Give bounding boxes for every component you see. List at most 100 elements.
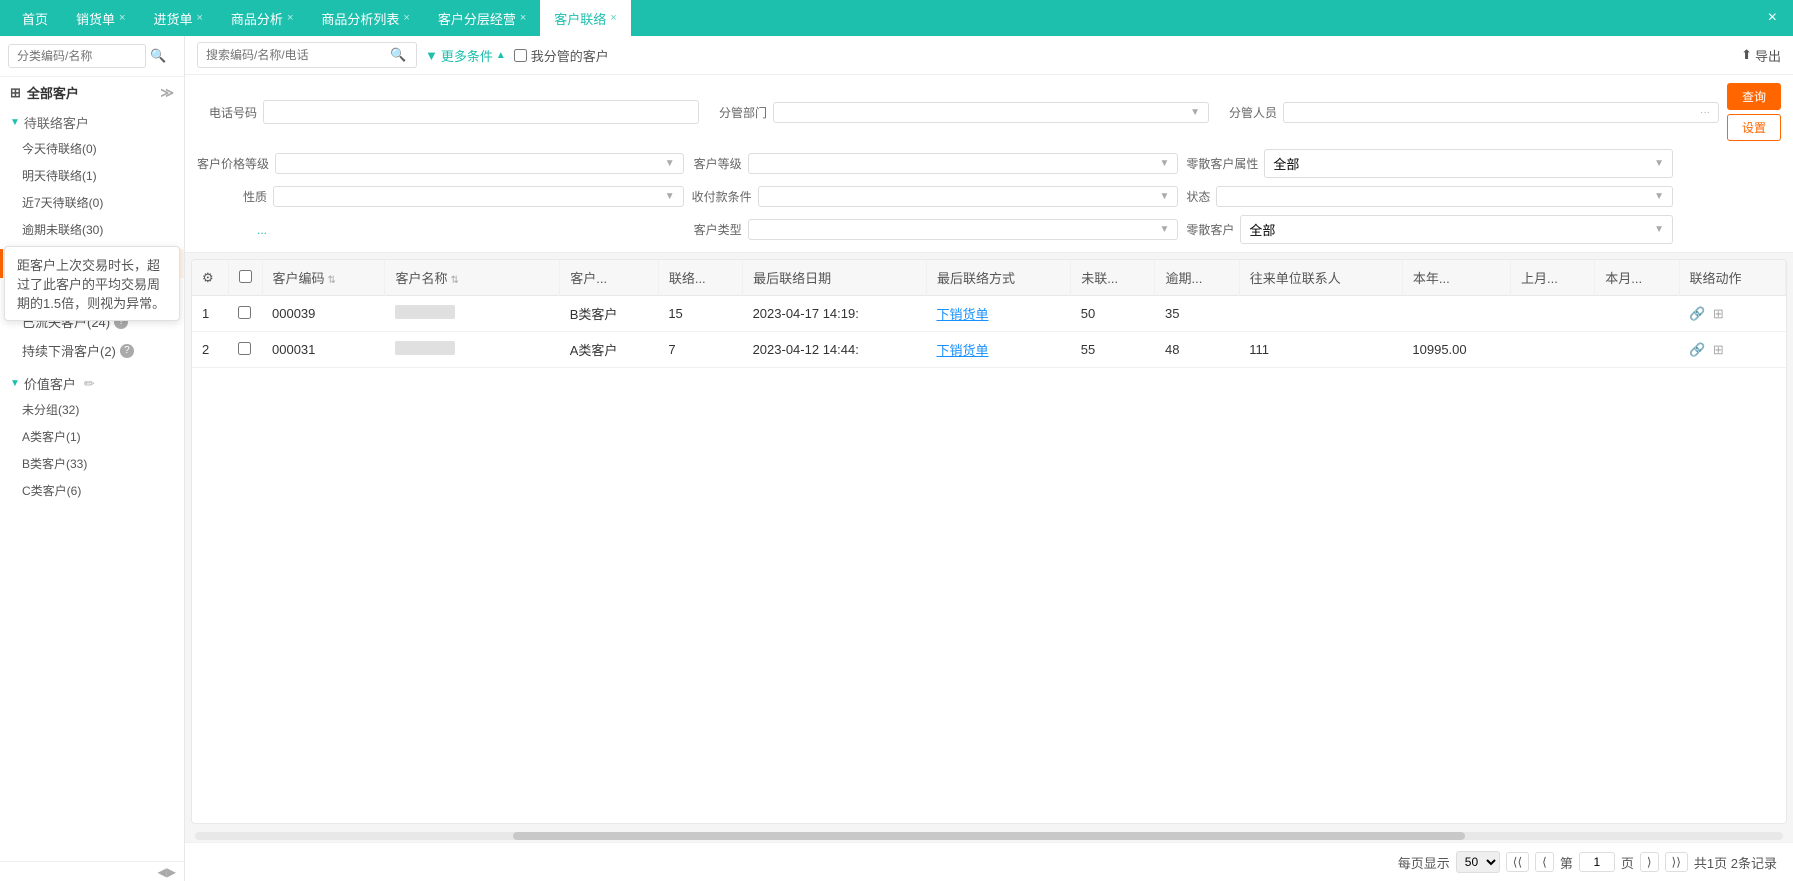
close-icon[interactable]: × xyxy=(287,12,293,24)
last-page-btn[interactable]: ⟩⟩ xyxy=(1665,852,1688,872)
sidebar-item-class-c[interactable]: C类客户(6) xyxy=(0,477,184,504)
pagination: 每页显示 50 ⟨⟨ ⟨ 第 页 ⟩ ⟩⟩ 共1页 2条记录 xyxy=(185,842,1793,881)
query-button[interactable]: 查询 xyxy=(1727,83,1781,110)
action-icon-4[interactable]: ⊞ xyxy=(1713,342,1724,357)
col-code: 客户编码⇅ xyxy=(262,260,385,296)
row-1-checkbox[interactable] xyxy=(238,306,251,319)
edit-icon[interactable]: ✏ xyxy=(84,376,95,392)
cell-code-1: 000039 xyxy=(262,296,385,332)
pay-select[interactable]: ▼ xyxy=(758,186,1179,207)
cell-no-contact-2: 55 xyxy=(1071,332,1155,368)
col-name: 客户名称⇅ xyxy=(385,260,560,296)
type-label: 客户类型 xyxy=(692,221,742,238)
nav-item-analysis-list[interactable]: 商品分析列表 × xyxy=(307,0,423,36)
cell-contact-2: 7 xyxy=(658,332,742,368)
sidebar-item-class-b[interactable]: B类客户(33) xyxy=(0,450,184,477)
sidebar-group-label-value[interactable]: ▼ 价值客户 ✏ xyxy=(0,369,184,396)
my-customer-checkbox[interactable] xyxy=(514,49,527,62)
status-select[interactable]: ▼ xyxy=(1216,186,1673,207)
gender-select[interactable]: ▼ xyxy=(273,186,684,207)
close-icon[interactable]: × xyxy=(610,12,616,24)
sidebar-item-overdue[interactable]: 逾期未联络(30) xyxy=(0,216,184,243)
close-icon[interactable]: × xyxy=(403,12,409,24)
settings-button[interactable]: 设置 xyxy=(1727,114,1781,141)
cell-last-method-1[interactable]: 下销货单 xyxy=(927,296,1071,332)
caret-icon: ▲ xyxy=(496,50,506,61)
prev-page-btn[interactable]: ⟨ xyxy=(1535,852,1554,872)
col-year: 本年... xyxy=(1402,260,1510,296)
sort-icon[interactable]: ⇅ xyxy=(328,275,336,286)
customer-level-select[interactable]: ▼ xyxy=(748,153,1179,174)
action-icon-1[interactable]: 🔗 xyxy=(1689,306,1705,321)
col-this-month: 本月... xyxy=(1595,260,1679,296)
dept-select[interactable]: ▼ xyxy=(773,102,1209,123)
first-page-btn[interactable]: ⟨⟨ xyxy=(1506,852,1529,872)
scrollbar-track[interactable] xyxy=(195,832,1783,840)
person-select[interactable]: ··· xyxy=(1283,102,1719,123)
page-unit: 页 xyxy=(1621,853,1634,872)
filter-search-input[interactable] xyxy=(206,48,386,62)
scrollbar-thumb[interactable] xyxy=(513,832,1466,840)
grid-icon: ⊞ xyxy=(10,85,21,101)
phone-input[interactable] xyxy=(263,100,699,124)
caret-icon-7: ▼ xyxy=(1654,191,1664,202)
sidebar-item-7days[interactable]: 近7天待联络(0) xyxy=(0,189,184,216)
sidebar-item-tomorrow[interactable]: 明天待联络(1) xyxy=(0,162,184,189)
page-number-input[interactable] xyxy=(1579,852,1615,872)
action-icon-2[interactable]: ⊞ xyxy=(1713,306,1724,321)
nav-item-home[interactable]: 首页 xyxy=(8,0,62,36)
nav-item-analysis[interactable]: 商品分析 × xyxy=(217,0,307,36)
price-level-select[interactable]: ▼ xyxy=(275,153,684,174)
close-icon[interactable]: × xyxy=(196,12,202,24)
cell-level-1: B类客户 xyxy=(560,296,659,332)
sidebar-item-declining[interactable]: 持续下滑客户(2) ? xyxy=(0,336,184,365)
cell-seq-2: 2 xyxy=(192,332,228,368)
cell-name-1 xyxy=(385,296,560,332)
customer-level-label: 客户等级 xyxy=(692,155,742,172)
scroll-left-icon[interactable]: ◀ xyxy=(158,865,167,879)
per-page-select[interactable]: 50 xyxy=(1456,851,1500,873)
close-all-button[interactable]: × xyxy=(1760,9,1785,27)
sidebar-group-value: ▼ 价值客户 ✏ 未分组(32) A类客户(1) B类客户(33) C类客户(6… xyxy=(0,369,184,504)
cell-last-method-2[interactable]: 下销货单 xyxy=(927,332,1071,368)
sidebar-item-class-a[interactable]: A类客户(1) xyxy=(0,423,184,450)
retail-attr-select[interactable]: 全部 ▼ xyxy=(1264,149,1673,178)
nav-item-customer-tier[interactable]: 客户分层经营 × xyxy=(424,0,540,36)
caret-icon-2: ▼ xyxy=(665,158,675,169)
nav-item-purchase[interactable]: 进货单 × xyxy=(139,0,216,36)
filter-row-2: 客户价格等级 ▼ 客户等级 ▼ 零散客户属性 全部 xyxy=(197,149,1781,178)
table-row: 2 000031 A类客户 7 2023-04-12 14:44: 下销货单 5… xyxy=(192,332,1786,368)
select-all-checkbox[interactable] xyxy=(239,270,252,283)
sort-icon-2[interactable]: ⇅ xyxy=(450,275,458,286)
sidebar-search-input[interactable] xyxy=(8,44,146,68)
col-overdue: 逾期... xyxy=(1155,260,1239,296)
my-customer-checkbox-area: 我分管的客户 xyxy=(514,46,609,65)
caret-icon-4: ▼ xyxy=(1654,158,1664,169)
action-icon-3[interactable]: 🔗 xyxy=(1689,342,1705,357)
filter-row-1: 电话号码 分管部门 ▼ 分管人员 ··· xyxy=(197,83,1781,141)
nav-item-customer-contact[interactable]: 客户联络 × xyxy=(540,0,630,36)
row-2-checkbox[interactable] xyxy=(238,342,251,355)
sidebar-section-title[interactable]: ⊞ 全部客户 ≫ xyxy=(0,77,184,108)
close-icon[interactable]: × xyxy=(520,12,526,24)
retail-select[interactable]: 全部 ▼ xyxy=(1240,215,1673,244)
scroll-right-icon[interactable]: ▶ xyxy=(167,865,176,879)
next-page-btn[interactable]: ⟩ xyxy=(1640,852,1659,872)
export-button[interactable]: ⬆ 导出 xyxy=(1741,46,1781,65)
sidebar-item-today[interactable]: 今天待联络(0) xyxy=(0,135,184,162)
search-icon-2[interactable]: 🔍 xyxy=(390,47,406,63)
cell-overdue-2: 48 xyxy=(1155,332,1239,368)
close-icon[interactable]: × xyxy=(119,12,125,24)
sidebar-group-label-pending[interactable]: ▼ 待联络客户 xyxy=(0,108,184,135)
cell-last-date-1: 2023-04-17 14:19: xyxy=(743,296,927,332)
search-icon[interactable]: 🔍 xyxy=(150,48,166,64)
sidebar-item-ungrouped[interactable]: 未分组(32) xyxy=(0,396,184,423)
sidebar-search-bar: 🔍 xyxy=(0,36,184,77)
blurred-name-1 xyxy=(395,305,455,319)
nav-item-sales[interactable]: 销货单 × xyxy=(62,0,139,36)
col-settings[interactable]: ⚙ xyxy=(192,260,228,296)
retail-attr-label: 零散客户属性 xyxy=(1186,155,1258,172)
more-conditions-btn[interactable]: ▼ 更多条件 ▲ xyxy=(425,46,506,65)
type-select[interactable]: ▼ xyxy=(748,219,1179,240)
collapse-icon[interactable]: ≫ xyxy=(160,85,174,101)
